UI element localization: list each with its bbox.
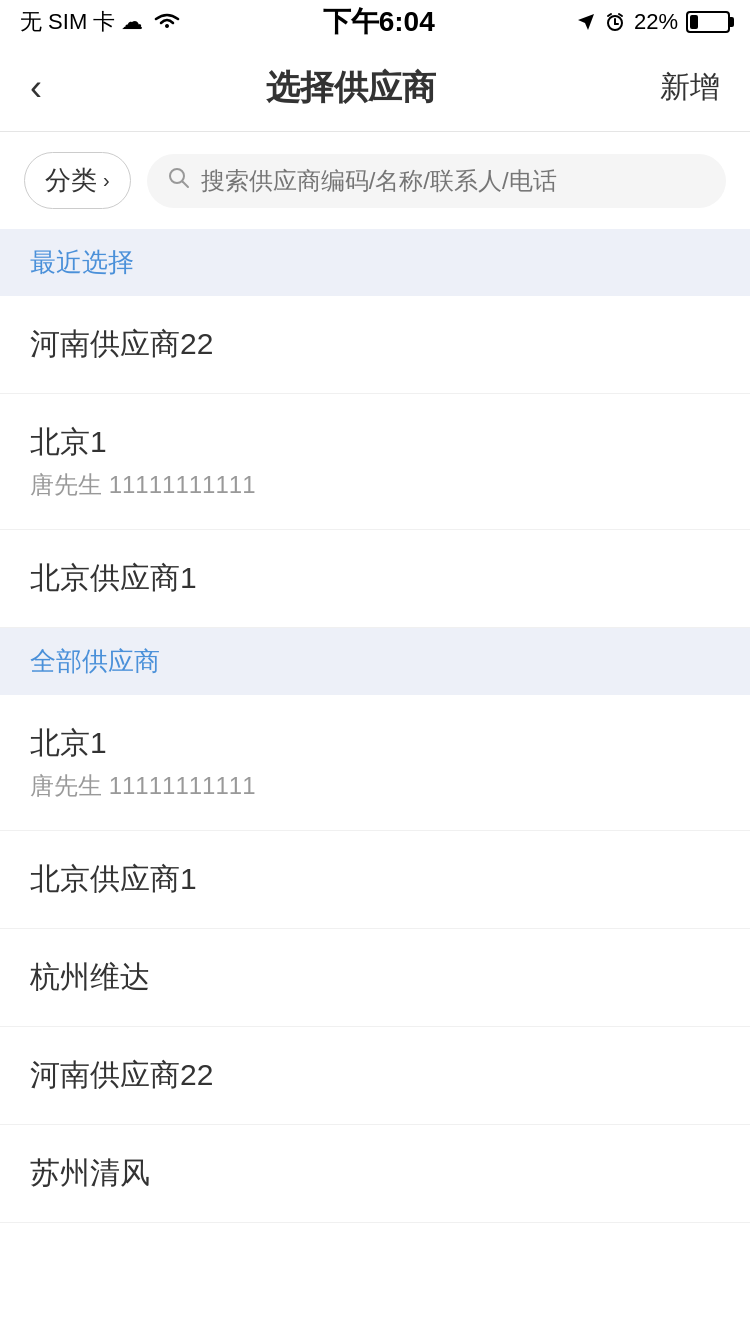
item-name: 河南供应商22 xyxy=(30,324,720,365)
list-item[interactable]: 河南供应商22 xyxy=(0,1027,750,1125)
list-item[interactable]: 杭州维达 xyxy=(0,929,750,1027)
location-icon xyxy=(576,12,596,32)
back-button[interactable]: ‹ xyxy=(30,67,42,109)
svg-line-3 xyxy=(608,14,611,16)
status-bar: 无 SIM 卡 ☁ 下午6:04 22% xyxy=(0,0,750,44)
chevron-right-icon: › xyxy=(103,169,110,192)
recent-section-header: 最近选择 xyxy=(0,229,750,296)
add-button[interactable]: 新增 xyxy=(660,67,720,108)
item-contact: 唐先生 11111111111 xyxy=(30,770,720,802)
list-item[interactable]: 北京1 唐先生 11111111111 xyxy=(0,695,750,831)
page-title: 选择供应商 xyxy=(266,65,436,111)
battery-percent: 22% xyxy=(634,9,678,35)
item-name: 河南供应商22 xyxy=(30,1055,720,1096)
svg-line-4 xyxy=(619,14,622,16)
item-contact: 唐先生 11111111111 xyxy=(30,469,720,501)
category-label: 分类 xyxy=(45,163,97,198)
wifi-icon xyxy=(153,12,181,32)
battery-icon xyxy=(686,11,730,33)
item-name: 北京供应商1 xyxy=(30,859,720,900)
status-time: 下午6:04 xyxy=(323,3,435,41)
recent-list: 河南供应商22 北京1 唐先生 11111111111 北京供应商1 xyxy=(0,296,750,628)
all-section-header: 全部供应商 xyxy=(0,628,750,695)
alarm-icon xyxy=(604,11,626,33)
item-name: 北京供应商1 xyxy=(30,558,720,599)
search-box[interactable] xyxy=(147,154,726,208)
status-left: 无 SIM 卡 ☁ xyxy=(20,7,181,37)
item-name: 北京1 xyxy=(30,422,720,463)
search-area: 分类 › xyxy=(0,132,750,229)
list-item[interactable]: 河南供应商22 xyxy=(0,296,750,394)
status-right: 22% xyxy=(576,9,730,35)
svg-line-6 xyxy=(182,181,188,187)
item-name: 苏州清风 xyxy=(30,1153,720,1194)
search-input[interactable] xyxy=(201,167,706,195)
list-item[interactable]: 北京1 唐先生 11111111111 xyxy=(0,394,750,530)
all-section-label: 全部供应商 xyxy=(30,646,160,676)
item-name: 北京1 xyxy=(30,723,720,764)
battery-fill xyxy=(690,15,698,29)
item-name: 杭州维达 xyxy=(30,957,720,998)
list-item[interactable]: 北京供应商1 xyxy=(0,831,750,929)
nav-bar: ‹ 选择供应商 新增 xyxy=(0,44,750,132)
all-list: 北京1 唐先生 11111111111 北京供应商1 杭州维达河南供应商22 苏州清风 xyxy=(0,695,750,1223)
search-icon xyxy=(167,166,191,196)
list-item[interactable]: 北京供应商1 xyxy=(0,530,750,628)
category-button[interactable]: 分类 › xyxy=(24,152,131,209)
list-item[interactable]: 苏州清风 xyxy=(0,1125,750,1223)
recent-section-label: 最近选择 xyxy=(30,247,134,277)
no-sim-text: 无 SIM 卡 ☁ xyxy=(20,7,143,37)
